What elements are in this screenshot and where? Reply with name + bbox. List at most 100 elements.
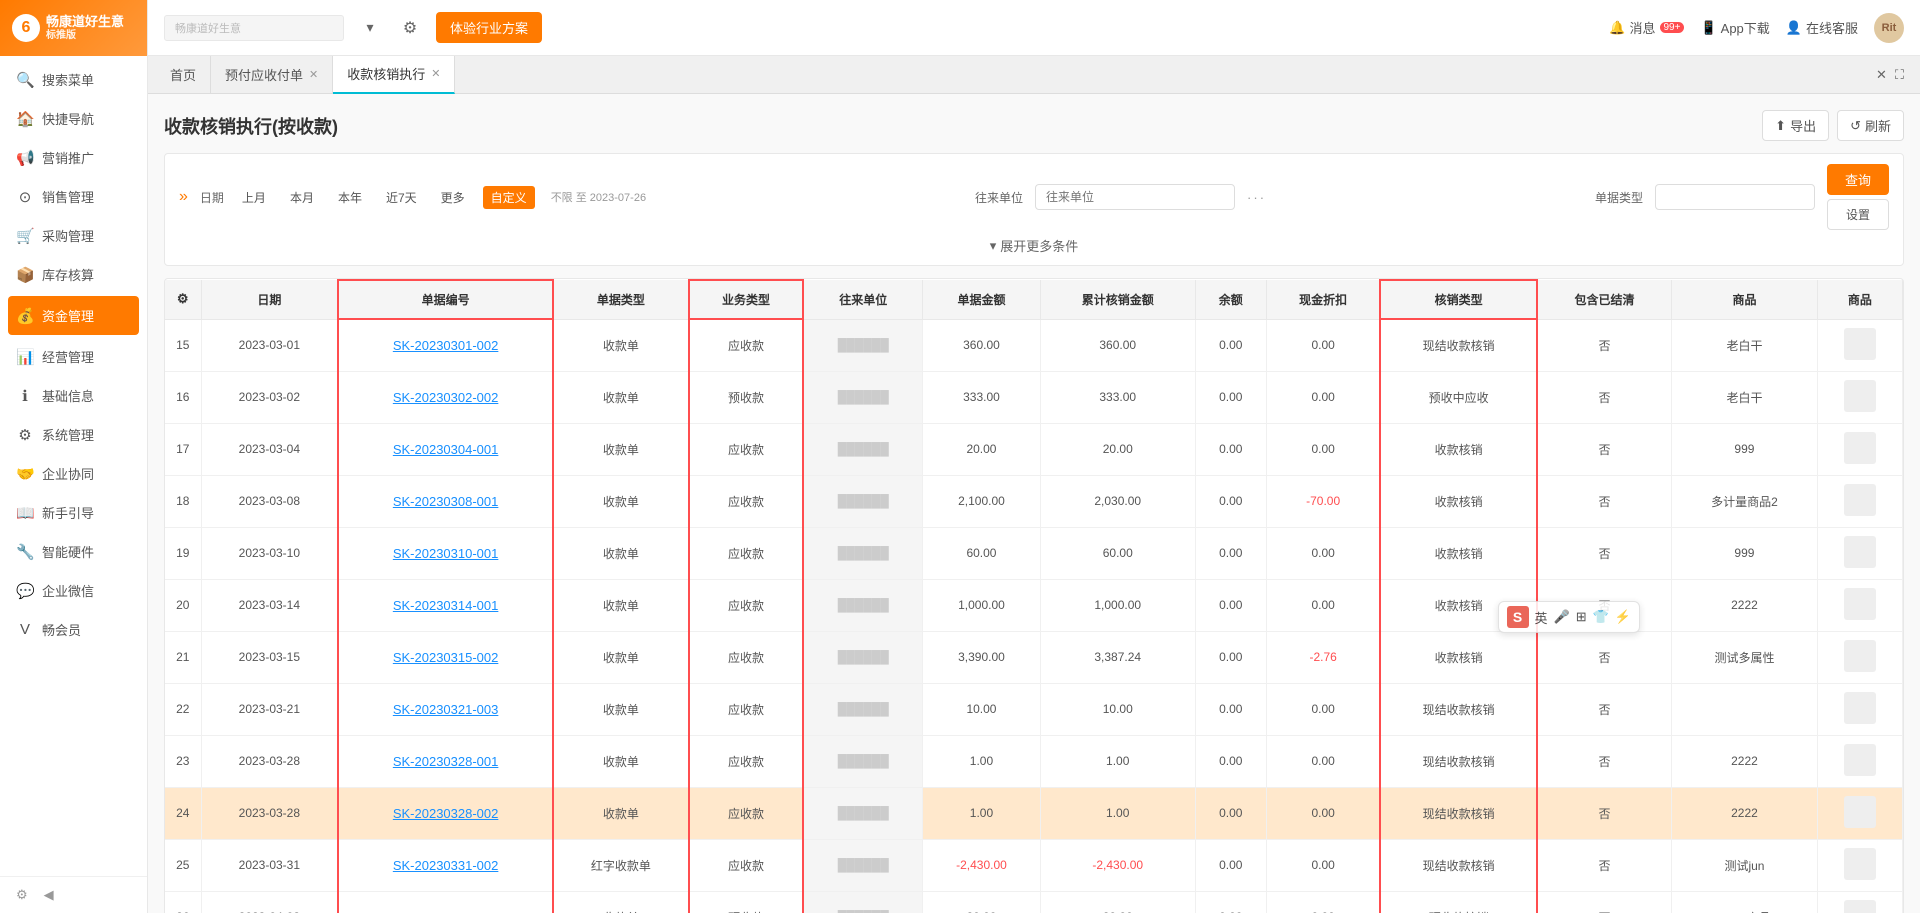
table-settings-icon[interactable]: ⚙ — [177, 291, 189, 306]
page-title: 收款核销执行(按收款) — [164, 113, 338, 139]
bill-no-link[interactable]: SK-20230302-002 — [393, 390, 499, 405]
cell-cash-discount: 0.00 — [1266, 683, 1380, 735]
app-download-btn[interactable]: 📱 App下载 — [1700, 18, 1769, 37]
cell-bill-no[interactable]: SK-20230328-002 — [338, 787, 553, 839]
date-more[interactable]: 更多 — [435, 186, 471, 209]
cell-bill-amount: -2,430.00 — [923, 839, 1041, 891]
cell-bill-no[interactable]: SK-20230315-002 — [338, 631, 553, 683]
cell-bill-type: 收款单 — [553, 527, 689, 579]
sidebar-item-marketing[interactable]: 📢 营销推广 — [0, 138, 147, 177]
sidebar-item-search-menu[interactable]: 🔍 搜索菜单 — [0, 60, 147, 99]
sidebar-item-ops[interactable]: 📊 经营管理 — [0, 337, 147, 376]
bill-no-link[interactable]: SK-20230314-001 — [393, 598, 499, 613]
expand-more-btn[interactable]: ▾ 展开更多条件 — [179, 236, 1889, 255]
topbar-dropdown-icon[interactable]: ▾ — [356, 14, 384, 42]
tab-expand-icon[interactable]: ⛶ — [1895, 67, 1904, 83]
sidebar-item-sales[interactable]: ⊙ 销售管理 — [0, 177, 147, 216]
bill-type-select[interactable] — [1655, 184, 1815, 210]
tab-collection-exec[interactable]: 收款核销执行 ✕ — [333, 56, 455, 94]
sidebar-item-sys-mgmt[interactable]: ⚙ 系统管理 — [0, 415, 147, 454]
bill-no-link[interactable]: SK-20230328-001 — [393, 754, 499, 769]
marketing-icon: 📢 — [16, 149, 34, 167]
col-settings[interactable]: ⚙ — [165, 280, 201, 319]
bill-no-link[interactable]: SK-20230321-003 — [393, 702, 499, 717]
notification-icon: 🔔 — [1609, 20, 1625, 36]
col-bill-no: 单据编号 — [338, 280, 553, 319]
date-custom-btn[interactable]: 自定义 — [483, 186, 535, 209]
cell-date: 2023-03-15 — [201, 631, 338, 683]
sidebar-item-basic-info[interactable]: ℹ 基础信息 — [0, 376, 147, 415]
cell-bill-no[interactable]: SK-20230314-001 — [338, 579, 553, 631]
tab-pre-payment-close[interactable]: ✕ — [309, 68, 318, 81]
sidebar-item-inventory[interactable]: 📦 库存核算 — [0, 255, 147, 294]
cell-goods-img — [1817, 631, 1902, 683]
table-row: 26 2023-04-03 SK-20230403-002 收款单 预收款 ██… — [165, 891, 1903, 913]
topbar-gear-icon[interactable]: ⚙ — [396, 14, 424, 42]
cell-acc-cancel: 2,030.00 — [1040, 475, 1195, 527]
tab-collection-exec-close[interactable]: ✕ — [431, 67, 440, 80]
sidebar-item-purchase[interactable]: 🛒 采购管理 — [0, 216, 147, 255]
sidebar-item-fund[interactable]: 💰 资金管理 — [8, 296, 139, 335]
refresh-button[interactable]: ↺ 刷新 — [1837, 110, 1904, 141]
refresh-icon: ↺ — [1850, 118, 1861, 134]
bill-no-link[interactable]: SK-20230315-002 — [393, 650, 499, 665]
cell-bill-no[interactable]: SK-20230308-001 — [338, 475, 553, 527]
cell-cancel-type: 收款核销 — [1380, 527, 1537, 579]
partner-input[interactable] — [1035, 184, 1235, 210]
customer-service-btn[interactable]: 👤 在线客服 — [1786, 18, 1858, 37]
bill-no-link[interactable]: SK-20230328-002 — [393, 806, 499, 821]
date-last-7-days[interactable]: 近7天 — [380, 186, 423, 209]
cell-bill-no[interactable]: SK-20230331-002 — [338, 839, 553, 891]
date-this-year[interactable]: 本年 — [332, 186, 368, 209]
cell-partner: ██████ — [803, 371, 922, 423]
date-this-month[interactable]: 本月 — [284, 186, 320, 209]
settings-button[interactable]: 设置 — [1827, 199, 1889, 230]
notification-btn[interactable]: 🔔 消息 99+ — [1609, 18, 1684, 37]
vip-icon: V — [16, 621, 34, 638]
bill-no-link[interactable]: SK-20230301-002 — [393, 338, 499, 353]
cell-bill-no[interactable]: SK-20230301-002 — [338, 319, 553, 371]
sidebar-item-vip[interactable]: V 畅会员 — [0, 610, 147, 649]
cell-bill-no[interactable]: SK-20230403-002 — [338, 891, 553, 913]
date-last-month[interactable]: 上月 — [236, 186, 272, 209]
sidebar-item-guide[interactable]: 📖 新手引导 — [0, 493, 147, 532]
data-table: ⚙ 日期 单据编号 单据类型 业务类型 往来单位 单据金额 累计核销金额 余额 … — [165, 279, 1903, 913]
sidebar-item-wechat-work[interactable]: 💬 企业微信 — [0, 571, 147, 610]
tab-pre-payment-label: 预付应收付单 — [225, 65, 303, 84]
sidebar-settings-icon[interactable]: ⚙ — [16, 887, 28, 903]
bill-no-link[interactable]: SK-20230308-001 — [393, 494, 499, 509]
export-button[interactable]: ⬆ 导出 — [1762, 110, 1829, 141]
sidebar: 6 畅康道好生意 标推版 🔍 搜索菜单 🏠 快捷导航 📢 营销推广 ⊙ 销售管理… — [0, 0, 148, 913]
basic-info-icon: ℹ — [16, 387, 34, 405]
bill-no-link[interactable]: SK-20230310-001 — [393, 546, 499, 561]
sidebar-item-smart-hw[interactable]: 🔧 智能硬件 — [0, 532, 147, 571]
cell-goods: 2222 — [1672, 787, 1818, 839]
query-button[interactable]: 查询 — [1827, 164, 1889, 195]
cell-bill-no[interactable]: SK-20230328-001 — [338, 735, 553, 787]
bill-no-link[interactable]: SK-20230331-002 — [393, 858, 499, 873]
tab-pre-payment[interactable]: 预付应收付单 ✕ — [211, 56, 333, 94]
cell-acc-cancel: 1.00 — [1040, 787, 1195, 839]
tab-close-all-icon[interactable]: ✕ — [1876, 67, 1887, 83]
trial-button[interactable]: 体验行业方案 — [436, 12, 542, 43]
cell-bill-no[interactable]: SK-20230310-001 — [338, 527, 553, 579]
sidebar-item-corp-collab[interactable]: 🤝 企业协同 — [0, 454, 147, 493]
cell-no: 26 — [165, 891, 201, 913]
bill-no-link[interactable]: SK-20230304-001 — [393, 442, 499, 457]
sidebar-collapse-icon[interactable]: ◀ — [44, 887, 54, 903]
user-avatar[interactable]: Rit — [1874, 13, 1904, 43]
sidebar-item-label: 搜索菜单 — [42, 70, 94, 89]
filter-collapse-icon[interactable]: » — [179, 188, 188, 206]
cell-bill-no[interactable]: SK-20230302-002 — [338, 371, 553, 423]
tab-home[interactable]: 首页 — [156, 56, 211, 94]
cell-include-settled: 否 — [1537, 371, 1672, 423]
filter-dots: ··· — [1247, 190, 1266, 205]
cell-bill-no[interactable]: SK-20230304-001 — [338, 423, 553, 475]
cell-cancel-type: 收款核销 — [1380, 579, 1537, 631]
cell-bill-no[interactable]: SK-20230321-003 — [338, 683, 553, 735]
page-header: 收款核销执行(按收款) ⬆ 导出 ↺ 刷新 — [164, 110, 1904, 141]
date-filter-label: 日期 — [200, 189, 224, 206]
bill-no-link[interactable]: SK-20230403-002 — [393, 910, 499, 913]
cell-bill-type: 收款单 — [553, 735, 689, 787]
sidebar-item-quick-nav[interactable]: 🏠 快捷导航 — [0, 99, 147, 138]
